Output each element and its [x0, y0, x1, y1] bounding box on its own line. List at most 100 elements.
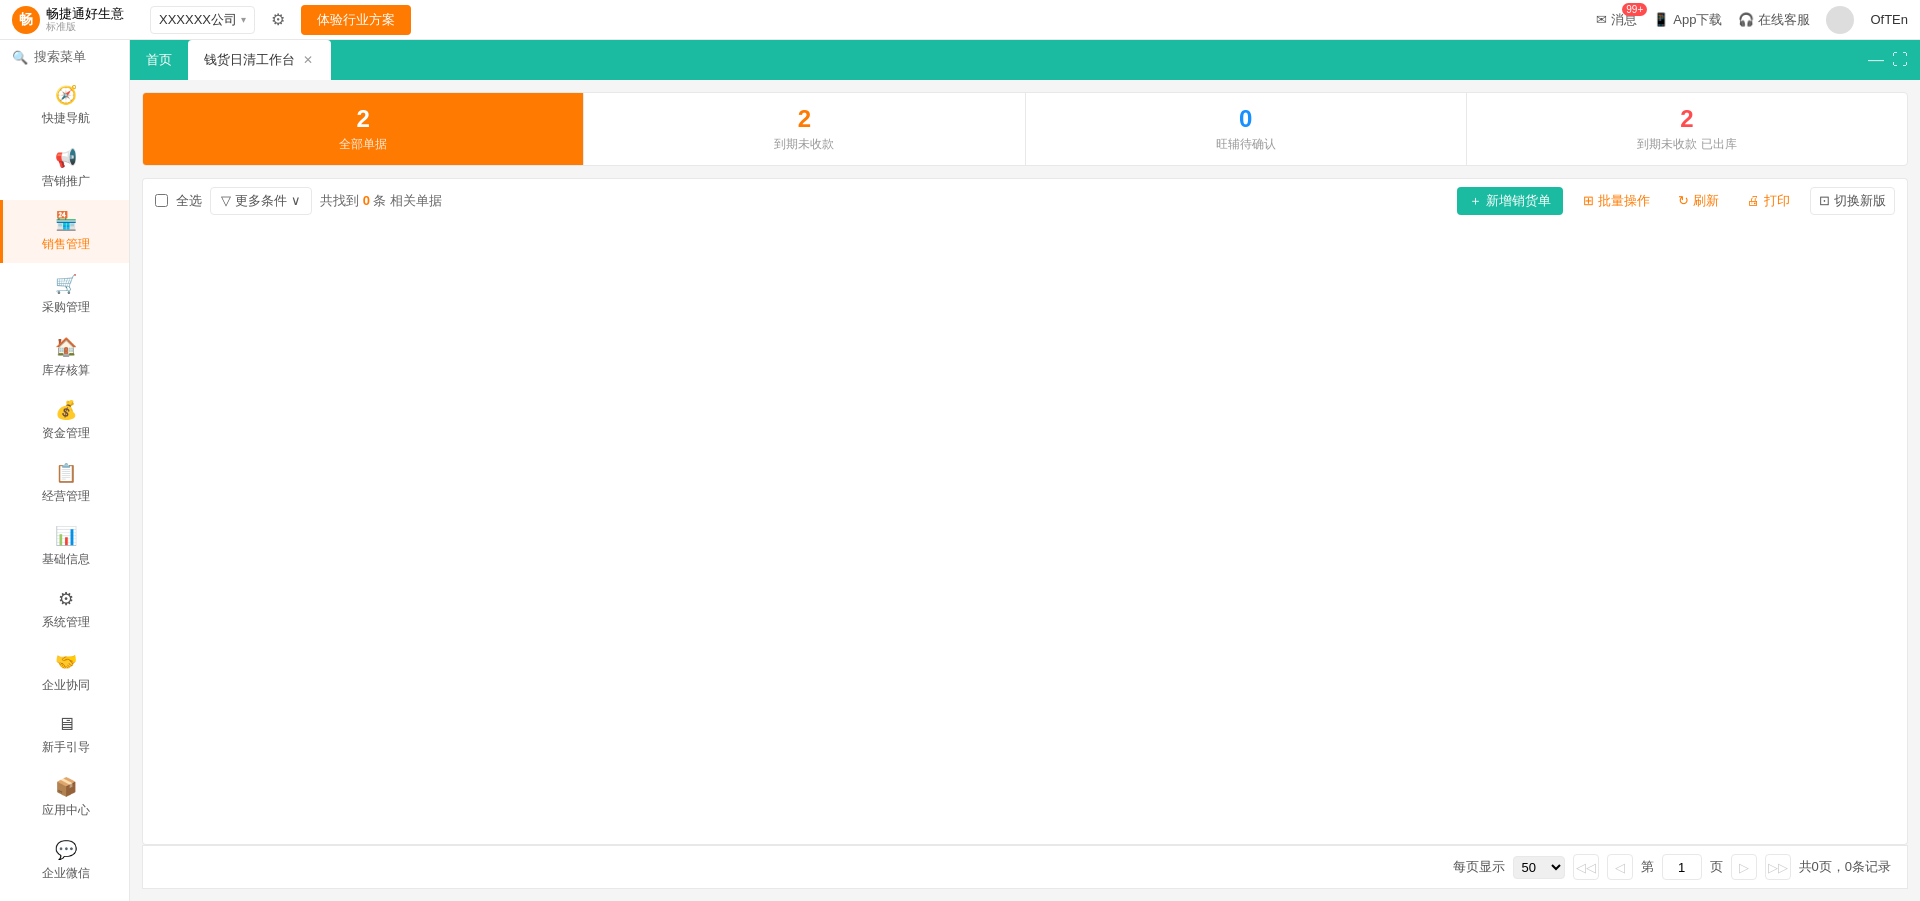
page-last-button[interactable]: ▷▷	[1765, 854, 1791, 880]
sidebar-item-appstore[interactable]: 📦 应用中心	[0, 766, 129, 829]
sidebar-item-marketing[interactable]: 📢 营销推广	[0, 137, 129, 200]
table-area	[142, 223, 1908, 845]
avatar[interactable]	[1826, 6, 1854, 34]
pagination-bar: 每页显示 10 20 50 100 ◁◁ ◁ 第 页 ▷ ▷▷ 共0页，0条记录	[142, 845, 1908, 889]
sales-icon: 🏪	[55, 210, 77, 232]
page-label-end: 页	[1710, 858, 1723, 876]
refresh-button[interactable]: ↻ 刷新	[1670, 188, 1727, 214]
quick-nav-icon: 🧭	[55, 84, 77, 106]
logo-area: 畅 畅捷通好生意 标准版	[12, 6, 142, 34]
operation-icon: 📋	[55, 462, 77, 484]
tab-minimize-icon[interactable]: —	[1868, 51, 1884, 69]
app-download-button[interactable]: 📱 App下载	[1653, 11, 1722, 29]
purchase-icon: 🛒	[55, 273, 77, 295]
sidebar-search[interactable]: 🔍 搜索菜单	[0, 40, 129, 74]
page-next-button[interactable]: ▷	[1731, 854, 1757, 880]
sidebar-item-quick-nav[interactable]: 🧭 快捷导航	[0, 74, 129, 137]
page-number-input[interactable]	[1662, 854, 1702, 880]
stat-overdue-shipped[interactable]: 2 到期未收款 已出库	[1467, 93, 1907, 165]
page-label: 第	[1641, 858, 1654, 876]
tab-maximize-icon[interactable]: ⛶	[1892, 51, 1908, 69]
filter-arrow-icon: ∨	[291, 193, 301, 208]
download-icon: 📱	[1653, 12, 1669, 27]
toolbar-right: ＋ 新增销货单 ⊞ 批量操作 ↻ 刷新 🖨 打印	[1457, 187, 1895, 215]
message-badge: 99+	[1622, 3, 1647, 16]
content-area: 首页 钱货日清工作台 ✕ — ⛶ 2 全部单据 2 到期未收款	[130, 40, 1920, 901]
print-button[interactable]: 🖨 打印	[1739, 188, 1798, 214]
stat-overdue-unpaid-label: 到期未收款	[604, 136, 1004, 153]
stat-overdue-unpaid-num: 2	[604, 105, 1004, 134]
result-prefix: 共找到	[320, 193, 359, 208]
online-service-button[interactable]: 🎧 在线客服	[1738, 11, 1810, 29]
print-label: 打印	[1764, 192, 1790, 210]
batch-label: 批量操作	[1598, 192, 1650, 210]
message-button[interactable]: ✉ 消息 99+	[1596, 11, 1637, 29]
stat-all-label: 全部单据	[163, 136, 563, 153]
company-name: XXXXXX公司	[159, 11, 237, 29]
sidebar-item-wechat[interactable]: 💬 企业微信	[0, 829, 129, 892]
refresh-label: 刷新	[1693, 192, 1719, 210]
empty-state	[143, 223, 1907, 844]
tab-home-label: 首页	[146, 51, 172, 69]
sidebar-item-guide[interactable]: 🖥 新手引导	[0, 704, 129, 766]
filter-button[interactable]: ▽ 更多条件 ∨	[210, 187, 312, 215]
sidebar: 🔍 搜索菜单 🧭 快捷导航 📢 营销推广 🏪 销售管理 🛒 采购管理 🏠 库存核…	[0, 40, 130, 901]
tab-cashflow[interactable]: 钱货日清工作台 ✕	[188, 40, 331, 80]
add-icon: ＋	[1469, 192, 1482, 210]
add-btn-label: 新增销货单	[1486, 192, 1551, 210]
sidebar-item-member[interactable]: ✌ 畅会员	[0, 892, 129, 901]
sidebar-item-label: 新手引导	[42, 739, 90, 756]
result-count: 0	[363, 193, 370, 208]
sidebar-item-basic[interactable]: 📊 基础信息	[0, 515, 129, 578]
stat-wangwang-label: 旺辅待确认	[1046, 136, 1446, 153]
switch-icon: ⊡	[1819, 193, 1830, 208]
marketing-icon: 📢	[55, 147, 77, 169]
sidebar-item-label: 企业微信	[42, 865, 90, 882]
batch-ops-button[interactable]: ⊞ 批量操作	[1575, 188, 1658, 214]
select-all-checkbox[interactable]	[155, 194, 168, 207]
main-layout: 🔍 搜索菜单 🧭 快捷导航 📢 营销推广 🏪 销售管理 🛒 采购管理 🏠 库存核…	[0, 40, 1920, 901]
total-info: 共0页，0条记录	[1799, 858, 1891, 876]
tab-home[interactable]: 首页	[130, 40, 188, 80]
gear-icon[interactable]: ⚙	[263, 5, 293, 35]
sidebar-item-system[interactable]: ⚙ 系统管理	[0, 578, 129, 641]
tab-bar: 首页 钱货日清工作台 ✕ — ⛶	[130, 40, 1920, 80]
experience-button[interactable]: 体验行业方案	[301, 5, 411, 35]
stat-all[interactable]: 2 全部单据	[143, 93, 584, 165]
logo-text: 畅捷通好生意 标准版	[46, 6, 124, 34]
result-suffix: 条 相关单据	[373, 193, 442, 208]
sidebar-item-label: 营销推广	[42, 173, 90, 190]
stat-wangwang[interactable]: 0 旺辅待确认	[1026, 93, 1467, 165]
chevron-down-icon: ▾	[241, 14, 246, 25]
per-page-select[interactable]: 10 20 50 100	[1513, 856, 1565, 879]
sidebar-item-purchase[interactable]: 🛒 采购管理	[0, 263, 129, 326]
add-sales-button[interactable]: ＋ 新增销货单	[1457, 187, 1563, 215]
page-prev-button[interactable]: ◁	[1607, 854, 1633, 880]
wechat-icon: 💬	[55, 839, 77, 861]
sidebar-item-label: 企业协同	[42, 677, 90, 694]
sidebar-item-label: 库存核算	[42, 362, 90, 379]
sidebar-item-operation[interactable]: 📋 经营管理	[0, 452, 129, 515]
header-right: ✉ 消息 99+ 📱 App下载 🎧 在线客服 OfTEn	[1596, 6, 1908, 34]
select-all-label: 全选	[176, 192, 202, 210]
stat-overdue-shipped-label: 到期未收款 已出库	[1487, 136, 1887, 153]
search-menu-label: 搜索菜单	[34, 48, 86, 66]
sidebar-item-cooperation[interactable]: 🤝 企业协同	[0, 641, 129, 704]
filter-label: 更多条件	[235, 192, 287, 210]
sidebar-item-inventory[interactable]: 🏠 库存核算	[0, 326, 129, 389]
inventory-icon: 🏠	[55, 336, 77, 358]
sidebar-item-finance[interactable]: 💰 资金管理	[0, 389, 129, 452]
tab-close-icon[interactable]: ✕	[301, 51, 315, 69]
sidebar-item-label: 应用中心	[42, 802, 90, 819]
company-selector[interactable]: XXXXXX公司 ▾	[150, 6, 255, 34]
sidebar-item-sales[interactable]: 🏪 销售管理	[0, 200, 129, 263]
cooperation-icon: 🤝	[55, 651, 77, 673]
toolbar: 全选 ▽ 更多条件 ∨ 共找到 0 条 相关单据 ＋ 新增销货	[142, 178, 1908, 223]
switch-version-button[interactable]: ⊡ 切换新版	[1810, 187, 1895, 215]
page-first-button[interactable]: ◁◁	[1573, 854, 1599, 880]
toolbar-left: 全选 ▽ 更多条件 ∨ 共找到 0 条 相关单据	[155, 187, 1449, 215]
refresh-icon: ↻	[1678, 193, 1689, 208]
stat-overdue-unpaid[interactable]: 2 到期未收款	[584, 93, 1025, 165]
stat-wangwang-num: 0	[1046, 105, 1446, 134]
basic-icon: 📊	[55, 525, 77, 547]
